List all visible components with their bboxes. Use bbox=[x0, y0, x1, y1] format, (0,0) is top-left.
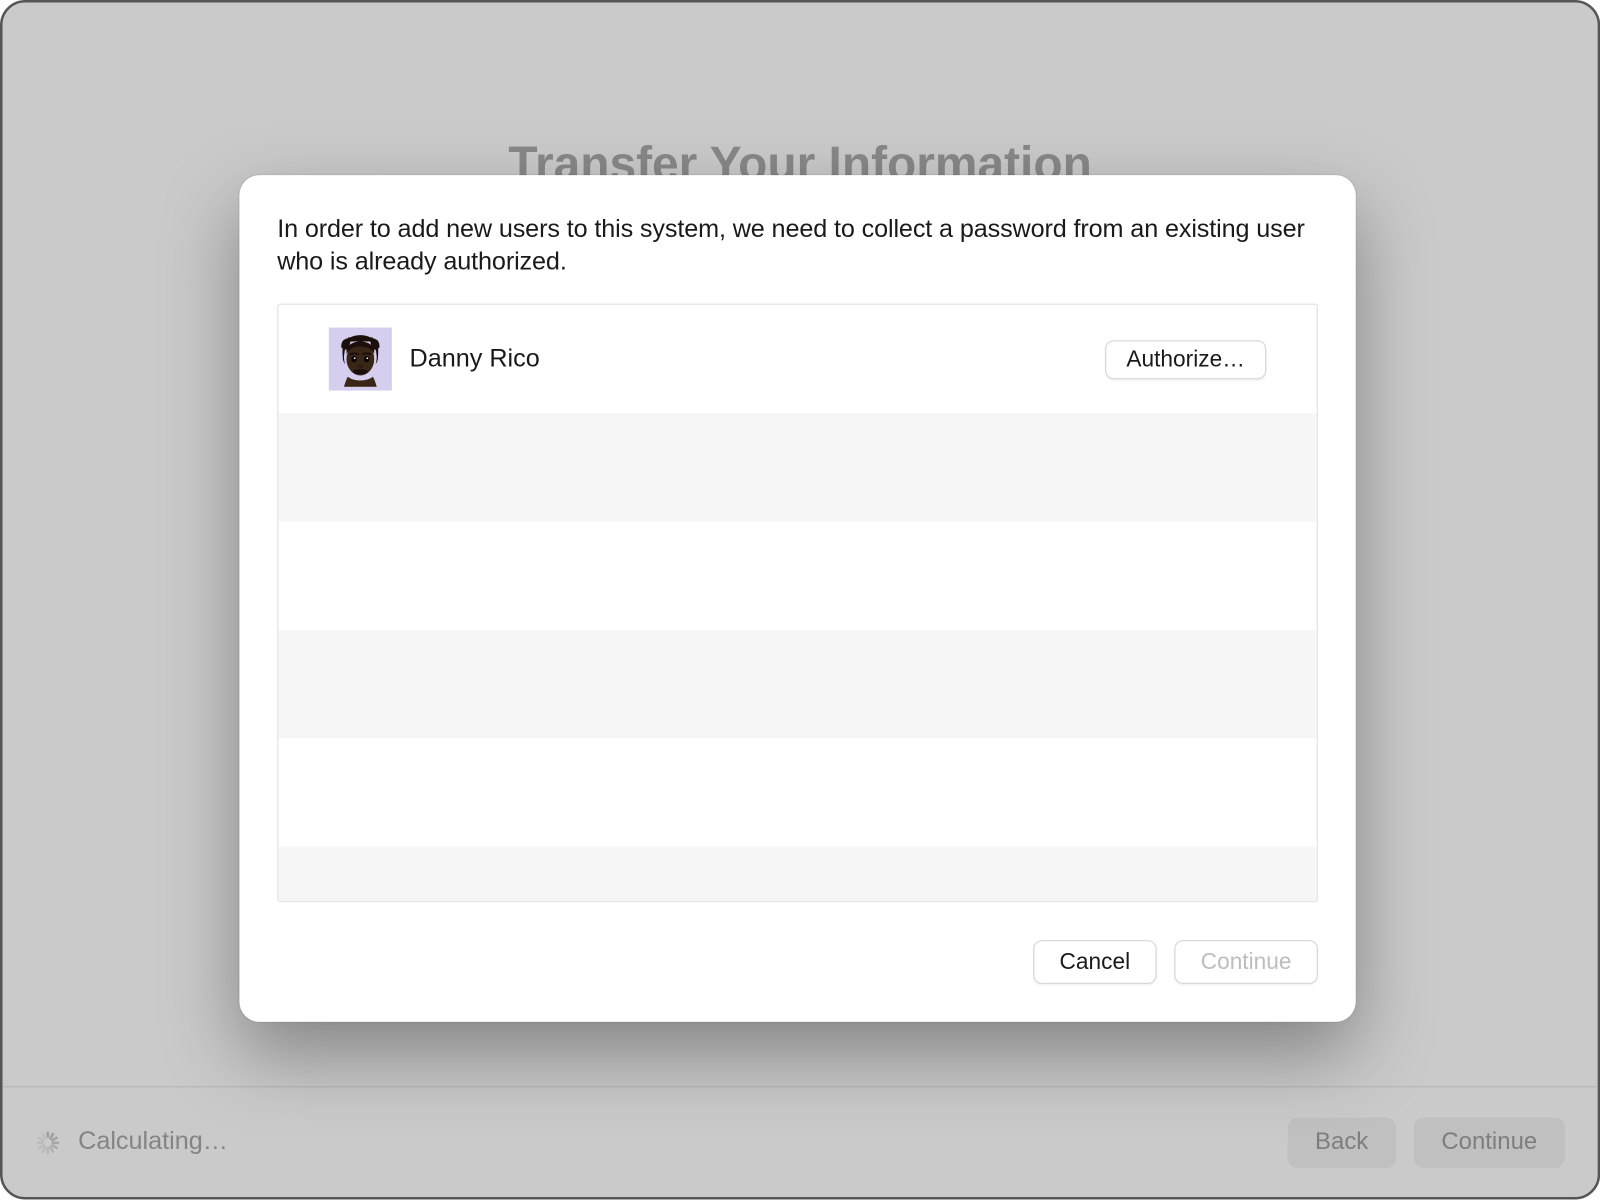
table-row bbox=[278, 522, 1316, 630]
back-button[interactable]: Back bbox=[1287, 1117, 1396, 1167]
table-row bbox=[278, 413, 1316, 521]
authorize-button[interactable]: Authorize… bbox=[1105, 340, 1266, 379]
spinner-icon bbox=[35, 1130, 60, 1155]
background-footer: Calculating… Back Continue bbox=[3, 1086, 1598, 1197]
continue-button-background[interactable]: Continue bbox=[1414, 1117, 1565, 1167]
table-row bbox=[278, 738, 1316, 846]
user-list: Danny Rico Authorize… bbox=[277, 304, 1318, 903]
authorize-modal: In order to add new users to this system… bbox=[239, 175, 1355, 1022]
modal-description: In order to add new users to this system… bbox=[277, 213, 1318, 279]
user-row: Danny Rico Authorize… bbox=[278, 305, 1316, 413]
status-text: Calculating… bbox=[78, 1128, 228, 1157]
table-row bbox=[278, 630, 1316, 738]
user-name: Danny Rico bbox=[410, 345, 540, 374]
continue-button-modal[interactable]: Continue bbox=[1174, 940, 1318, 984]
cancel-button[interactable]: Cancel bbox=[1033, 940, 1157, 984]
avatar bbox=[329, 328, 392, 391]
table-row bbox=[278, 847, 1316, 902]
